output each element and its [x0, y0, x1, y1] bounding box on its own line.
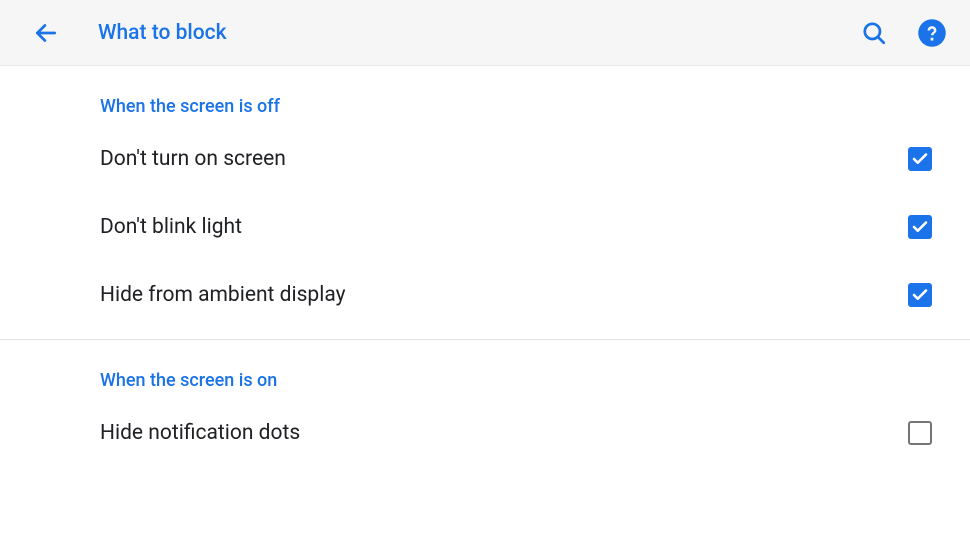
- setting-hide-notification-dots[interactable]: Hide notification dots: [0, 399, 970, 467]
- back-icon[interactable]: [30, 17, 62, 49]
- setting-label: Hide from ambient display: [100, 283, 346, 307]
- section-header: When the screen is off: [0, 66, 970, 125]
- header-actions: [858, 15, 950, 51]
- setting-label: Don't turn on screen: [100, 147, 286, 171]
- checkbox-unchecked-icon[interactable]: [908, 421, 932, 445]
- setting-dont-turn-on-screen[interactable]: Don't turn on screen: [0, 125, 970, 193]
- checkbox-checked-icon[interactable]: [908, 215, 932, 239]
- setting-label: Hide notification dots: [100, 421, 300, 445]
- search-icon[interactable]: [858, 17, 890, 49]
- checkbox-checked-icon[interactable]: [908, 283, 932, 307]
- section-screen-off: When the screen is off Don't turn on scr…: [0, 66, 970, 329]
- page-title: What to block: [98, 21, 858, 45]
- help-icon[interactable]: [914, 15, 950, 51]
- setting-label: Don't blink light: [100, 215, 242, 239]
- section-screen-on: When the screen is on Hide notification …: [0, 340, 970, 467]
- checkbox-checked-icon[interactable]: [908, 147, 932, 171]
- setting-dont-blink-light[interactable]: Don't blink light: [0, 193, 970, 261]
- section-header: When the screen is on: [0, 340, 970, 399]
- header-bar: What to block: [0, 0, 970, 66]
- setting-hide-ambient[interactable]: Hide from ambient display: [0, 261, 970, 329]
